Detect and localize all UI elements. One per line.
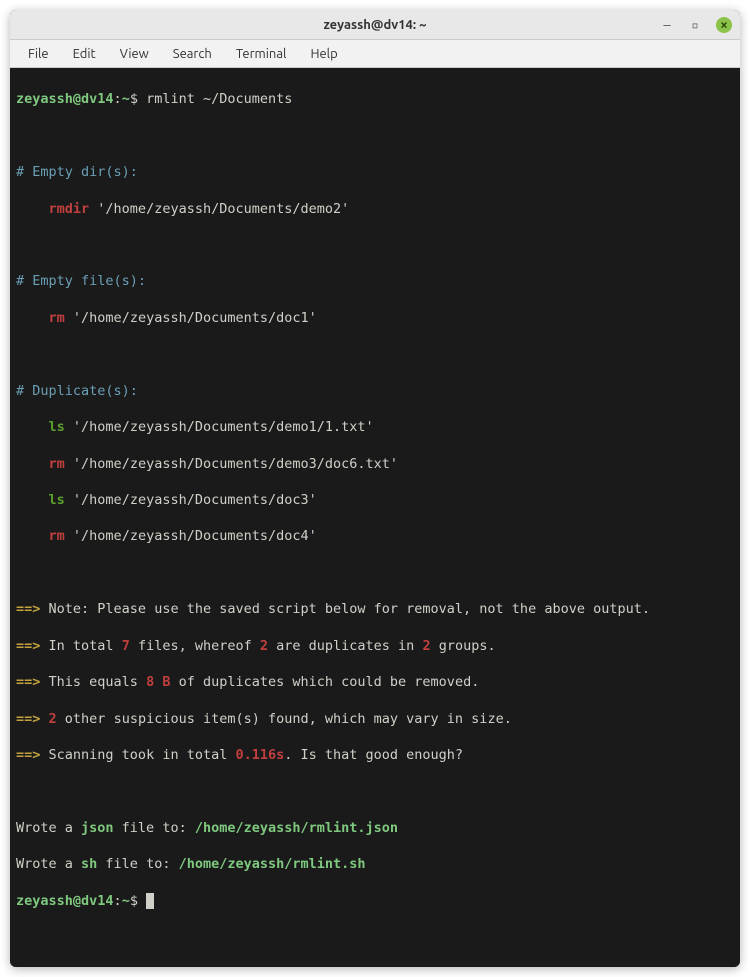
cursor-icon — [146, 893, 154, 909]
note-line-2: ==> In total 7 files, whereof 2 are dupl… — [16, 637, 734, 655]
minimize-icon[interactable]: – — [660, 18, 674, 32]
titlebar[interactable]: zeyassh@dv14: ~ – ▫ × — [10, 10, 740, 40]
dup-line-4: rm '/home/zeyassh/Documents/doc4' — [16, 527, 734, 545]
dup-line-1: ls '/home/zeyassh/Documents/demo1/1.txt' — [16, 418, 734, 436]
menu-edit[interactable]: Edit — [63, 44, 106, 64]
wrote-line-1: Wrote a json file to: /home/zeyassh/rmli… — [16, 819, 734, 837]
menu-view[interactable]: View — [110, 44, 159, 64]
prompt-line-2: zeyassh@dv14:~$ — [16, 892, 734, 910]
empty-dir-header: # Empty dir(s): — [16, 163, 734, 181]
empty-dir-line-1: rmdir '/home/zeyassh/Documents/demo2' — [16, 200, 734, 218]
menubar: File Edit View Search Terminal Help — [10, 40, 740, 68]
window-controls: – ▫ × — [660, 10, 732, 39]
prompt-userhost: zeyassh@dv14 — [16, 91, 114, 107]
menu-file[interactable]: File — [18, 44, 59, 64]
duplicates-header: # Duplicate(s): — [16, 382, 734, 400]
note-line-3: ==> This equals 8 B of duplicates which … — [16, 673, 734, 691]
menu-terminal[interactable]: Terminal — [226, 44, 297, 64]
wrote-line-2: Wrote a sh file to: /home/zeyassh/rmlint… — [16, 855, 734, 873]
terminal-content[interactable]: zeyassh@dv14:~$ rmlint ~/Documents # Emp… — [10, 68, 740, 967]
note-line-4: ==> 2 other suspicious item(s) found, wh… — [16, 710, 734, 728]
prompt-line-1: zeyassh@dv14:~$ rmlint ~/Documents — [16, 90, 734, 108]
note-line-1: ==> Note: Please use the saved script be… — [16, 600, 734, 618]
note-line-5: ==> Scanning took in total 0.116s. Is th… — [16, 746, 734, 764]
menu-search[interactable]: Search — [163, 44, 222, 64]
dup-line-2: rm '/home/zeyassh/Documents/demo3/doc6.t… — [16, 455, 734, 473]
command-1: rmlint ~/Documents — [146, 91, 292, 107]
terminal-window: zeyassh@dv14: ~ – ▫ × File Edit View Sea… — [10, 10, 740, 967]
maximize-icon[interactable]: ▫ — [688, 18, 702, 32]
menu-help[interactable]: Help — [300, 44, 347, 64]
close-icon[interactable]: × — [716, 17, 732, 33]
empty-file-line-1: rm '/home/zeyassh/Documents/doc1' — [16, 309, 734, 327]
dup-line-3: ls '/home/zeyassh/Documents/doc3' — [16, 491, 734, 509]
window-title: zeyassh@dv14: ~ — [323, 18, 426, 32]
empty-file-header: # Empty file(s): — [16, 272, 734, 290]
